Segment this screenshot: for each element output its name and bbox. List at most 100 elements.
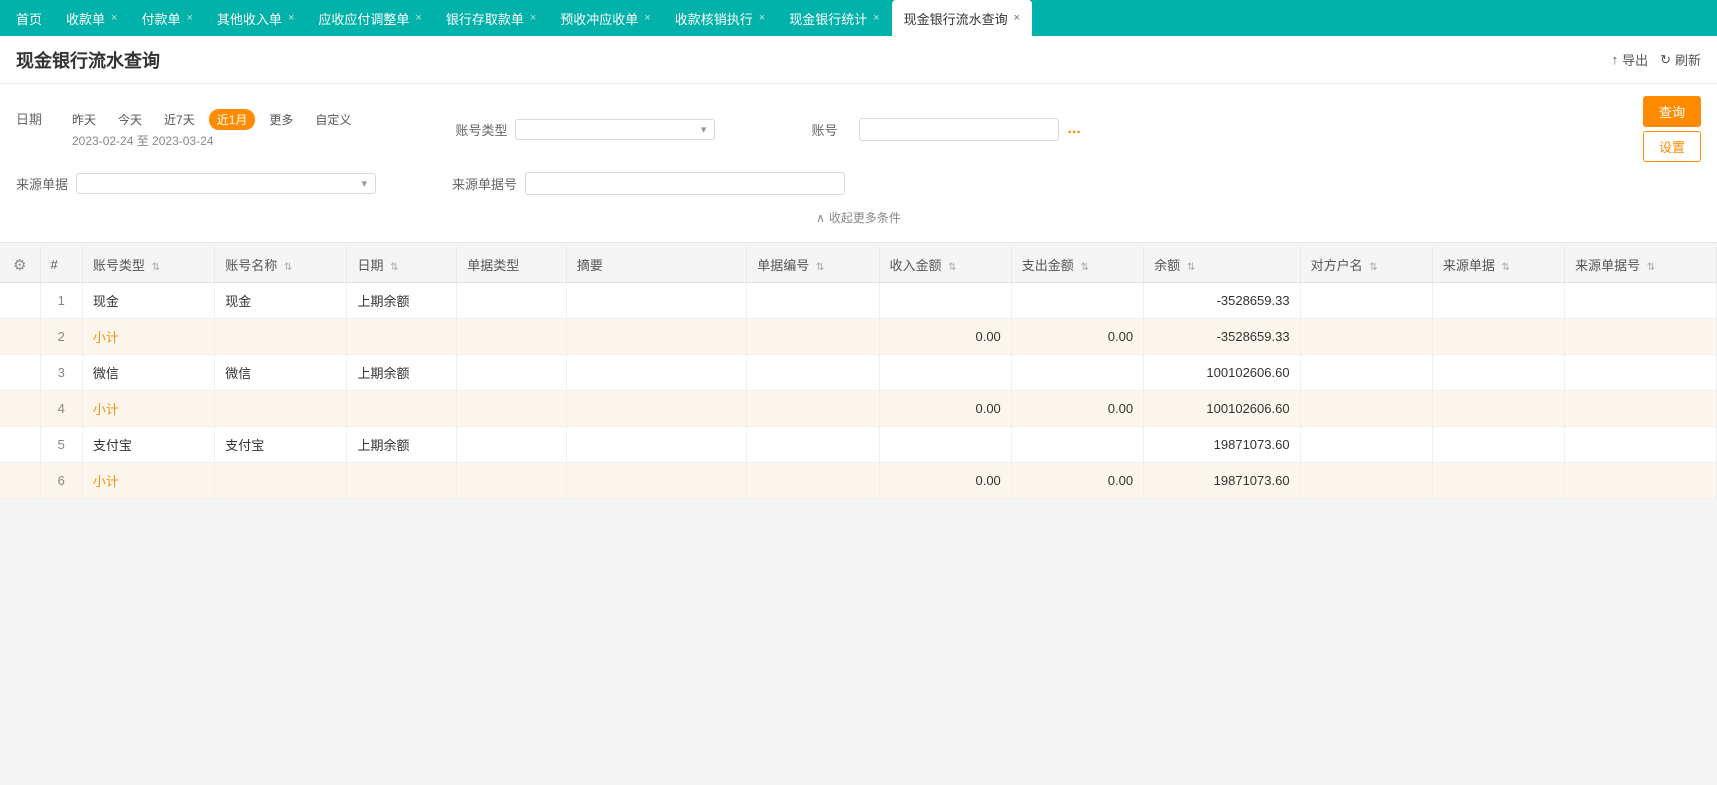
refresh-icon: ↻ [1660, 52, 1671, 68]
cell-source-doc-no [1565, 463, 1717, 499]
query-button[interactable]: 查询 [1643, 96, 1701, 127]
nav-bank-deposit[interactable]: 银行存取款单 × [434, 0, 548, 36]
nav-cash-stats-close[interactable]: × [873, 12, 879, 24]
col-source-doc-label: 来源单据 [1443, 258, 1495, 273]
cell-idx: 5 [40, 427, 82, 463]
nav-home[interactable]: 首页 [4, 0, 54, 36]
cell-income [879, 427, 1011, 463]
cell-summary [566, 283, 746, 319]
col-settings[interactable]: ⚙ [0, 247, 40, 283]
col-income-label: 收入金额 [890, 258, 942, 273]
cell-counterpart [1300, 463, 1432, 499]
nav-fukuan-close[interactable]: × [186, 12, 192, 24]
chevron-down-icon: ▾ [701, 123, 707, 136]
source-doc-no-input[interactable] [525, 172, 845, 195]
col-source-doc-no-label: 来源单据号 [1575, 258, 1640, 273]
refresh-button[interactable]: ↻ 刷新 [1660, 50, 1701, 69]
col-source-doc[interactable]: 来源单据 ⇅ [1432, 247, 1564, 283]
cell-source-doc-no [1565, 319, 1717, 355]
col-account-name[interactable]: 账号名称 ⇅ [215, 247, 347, 283]
cell-source-doc [1432, 427, 1564, 463]
cell-idx: 2 [40, 319, 82, 355]
col-income[interactable]: 收入金额 ⇅ [879, 247, 1011, 283]
sort-icon-counterpart: ⇅ [1369, 262, 1377, 273]
col-date[interactable]: 日期 ⇅ [347, 247, 457, 283]
sort-icon-account-type: ⇅ [152, 262, 160, 273]
nav-adjustment[interactable]: 应收应付调整单 × [306, 0, 433, 36]
date-opt-today[interactable]: 今天 [110, 109, 150, 130]
date-opt-1month[interactable]: 近1月 [209, 109, 256, 130]
col-source-doc-no[interactable]: 来源单据号 ⇅ [1565, 247, 1717, 283]
cell-settings [0, 319, 40, 355]
source-doc-no-label: 来源单据号 [452, 174, 517, 193]
nav-prepay-close[interactable]: × [644, 12, 650, 24]
col-summary: 摘要 [566, 247, 746, 283]
source-doc-no-group: 来源单据号 [452, 172, 845, 195]
refresh-label: 刷新 [1675, 50, 1701, 69]
settings-button[interactable]: 设置 [1643, 131, 1701, 162]
nav-prepay[interactable]: 预收冲应收单 × [548, 0, 662, 36]
nav-cash-flow-close[interactable]: × [1014, 12, 1020, 24]
date-opt-yesterday[interactable]: 昨天 [64, 109, 104, 130]
account-input[interactable] [859, 118, 1059, 141]
nav-cash-stats[interactable]: 现金银行统计 × [777, 0, 891, 36]
nav-shoukuan-close[interactable]: × [111, 12, 117, 24]
col-balance[interactable]: 余额 ⇅ [1144, 247, 1301, 283]
export-button[interactable]: ↑ 导出 [1612, 50, 1649, 69]
sort-icon-expense: ⇅ [1080, 262, 1088, 273]
cell-income: 0.00 [879, 463, 1011, 499]
source-doc-group: 来源单据 ▾ [16, 173, 376, 194]
nav-other-income[interactable]: 其他收入单 × [205, 0, 306, 36]
cell-counterpart [1300, 355, 1432, 391]
col-expense[interactable]: 支出金额 ⇅ [1011, 247, 1143, 283]
page-header: 现金银行流水查询 ↑ 导出 ↻ 刷新 [0, 36, 1717, 84]
cell-counterpart [1300, 283, 1432, 319]
cell-income: 0.00 [879, 319, 1011, 355]
date-opt-7days[interactable]: 近7天 [156, 109, 203, 130]
nav-cash-flow[interactable]: 现金银行流水查询 × [892, 0, 1032, 36]
nav-fukuan[interactable]: 付款单 × [129, 0, 204, 36]
account-type-label: 账号类型 [455, 120, 507, 139]
cell-source-doc-no [1565, 355, 1717, 391]
cell-date: 上期余额 [347, 283, 457, 319]
account-no-group: 账号 ... [811, 118, 1080, 141]
cell-idx: 1 [40, 283, 82, 319]
col-counterpart[interactable]: 对方户名 ⇅ [1300, 247, 1432, 283]
sort-icon-account-name: ⇅ [284, 262, 292, 273]
cell-doc-type [457, 463, 567, 499]
collapse-bar[interactable]: ∧ 收起更多条件 [16, 205, 1701, 230]
cell-balance: 19871073.60 [1144, 427, 1301, 463]
nav-other-income-close[interactable]: × [288, 12, 294, 24]
source-doc-label: 来源单据 [16, 174, 68, 193]
nav-collection-close[interactable]: × [759, 12, 765, 24]
cell-doc-no [747, 355, 879, 391]
page-title: 现金银行流水查询 [16, 47, 160, 73]
col-counterpart-label: 对方户名 [1311, 258, 1363, 273]
top-nav: 首页 收款单 × 付款单 × 其他收入单 × 应收应付调整单 × 银行存取款单 … [0, 0, 1717, 36]
nav-bank-deposit-close[interactable]: × [530, 12, 536, 24]
filter-row-1: 日期 昨天 今天 近7天 近1月 更多 自定义 2023-02-24 至 202… [16, 96, 1701, 162]
cell-balance: -3528659.33 [1144, 319, 1301, 355]
source-doc-chevron-icon: ▾ [361, 177, 367, 190]
collapse-icon: ∧ [816, 211, 825, 225]
cell-balance: -3528659.33 [1144, 283, 1301, 319]
cell-date [347, 319, 457, 355]
cell-summary [566, 427, 746, 463]
nav-collection[interactable]: 收款核销执行 × [663, 0, 777, 36]
col-expense-label: 支出金额 [1022, 258, 1074, 273]
date-opt-more[interactable]: 更多 [261, 109, 301, 130]
nav-shoukuan[interactable]: 收款单 × [54, 0, 129, 36]
settings-gear-icon[interactable]: ⚙ [13, 257, 26, 274]
col-account-type[interactable]: 账号类型 ⇅ [82, 247, 214, 283]
col-doc-no[interactable]: 单据编号 ⇅ [747, 247, 879, 283]
nav-adjustment-close[interactable]: × [415, 12, 421, 24]
sort-icon-date: ⇅ [390, 262, 398, 273]
date-opt-custom[interactable]: 自定义 [307, 109, 359, 130]
account-type-select[interactable]: ▾ [515, 119, 715, 140]
nav-fukuan-label: 付款单 [141, 9, 180, 28]
cell-doc-no [747, 283, 879, 319]
cell-expense: 0.00 [1011, 463, 1143, 499]
cell-settings [0, 427, 40, 463]
account-ellipsis[interactable]: ... [1067, 120, 1080, 138]
source-doc-select[interactable]: ▾ [76, 173, 376, 194]
